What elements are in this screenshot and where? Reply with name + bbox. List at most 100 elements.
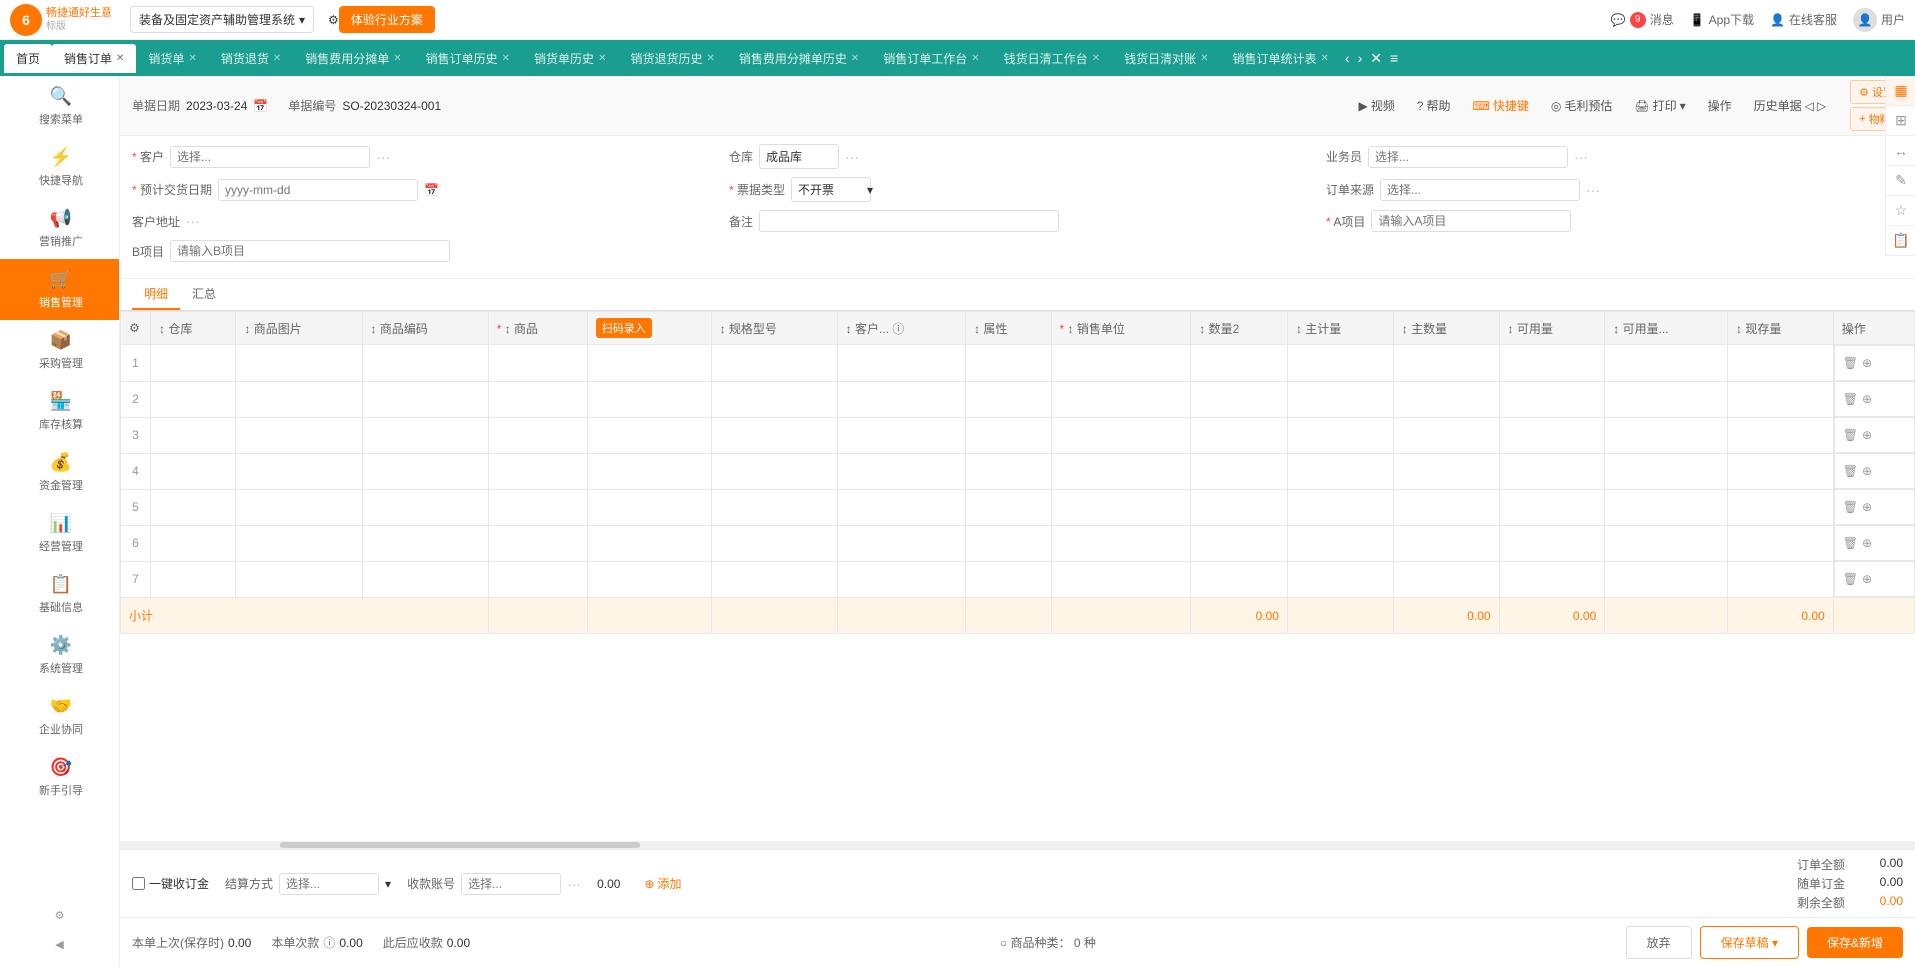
tab-close-icon[interactable]: ✕: [188, 53, 196, 64]
shortcut-btn[interactable]: ⌨ 快捷键: [1467, 94, 1535, 117]
row-attribute[interactable]: [966, 345, 1051, 382]
tab-close-icon[interactable]: ✕: [1321, 53, 1329, 64]
sidebar-item-finance[interactable]: 💰 资金管理: [0, 442, 119, 503]
tab-sales-goods[interactable]: 销货单 ✕: [136, 44, 208, 73]
salesperson-more-icon[interactable]: ···: [1574, 149, 1588, 165]
tab-close-icon[interactable]: ✕: [971, 53, 979, 64]
tab-close-icon[interactable]: ✕: [116, 53, 124, 64]
print-btn[interactable]: 🖨 打印 ▾: [1628, 94, 1691, 117]
order-source-input[interactable]: [1380, 179, 1580, 201]
view-btn[interactable]: ▶ 视频: [1353, 94, 1401, 117]
sidebar-collapse[interactable]: ◀: [0, 930, 119, 959]
solution-button[interactable]: 体验行业方案: [339, 6, 435, 33]
invoice-type-value[interactable]: 不开票: [791, 177, 871, 202]
one-click-deposit[interactable]: 一键收订金: [132, 875, 209, 892]
delivery-calendar-icon[interactable]: 📅: [424, 183, 439, 197]
warehouse-more-icon[interactable]: ···: [845, 149, 859, 165]
tab-return-history[interactable]: 销货退货历史 ✕: [618, 44, 726, 73]
sidebar-item-inventory[interactable]: 🏪 库存核算: [0, 381, 119, 442]
sidebar-item-purchase[interactable]: 📦 采购管理: [0, 320, 119, 381]
row-warehouse[interactable]: [151, 345, 236, 382]
row-unit[interactable]: [1051, 345, 1191, 382]
nav-close-all-icon[interactable]: ✕: [1366, 50, 1386, 67]
row-product-code[interactable]: [362, 345, 488, 382]
history-btn[interactable]: 历史单据 ◁ ▷: [1748, 94, 1832, 117]
horizontal-scrollbar[interactable]: [120, 841, 1915, 849]
app-download-item[interactable]: 📱 App下载: [1690, 11, 1754, 28]
single-num-value[interactable]: SO-20230324-001: [342, 99, 441, 113]
row-product-image[interactable]: [236, 345, 362, 382]
right-panel-icon-2[interactable]: ⊞: [1886, 106, 1915, 136]
tab-close-icon[interactable]: ✕: [851, 53, 859, 64]
delete-icon[interactable]: 🗑: [1843, 572, 1858, 586]
copy-icon[interactable]: ⊕: [1862, 500, 1872, 514]
col-scan[interactable]: 扫码录入: [587, 312, 711, 345]
tab-sales-order[interactable]: 销售订单 ✕: [52, 44, 136, 73]
tab-home[interactable]: 首页: [4, 44, 52, 73]
delete-icon[interactable]: 🗑: [1843, 500, 1858, 514]
col-settings[interactable]: ⚙: [121, 312, 151, 345]
row-main-unit[interactable]: [1287, 345, 1393, 382]
sidebar-item-enterprise[interactable]: 🤝 企业协同: [0, 686, 119, 747]
tab-close-icon[interactable]: ✕: [598, 53, 606, 64]
single-date-value[interactable]: 2023-03-24: [186, 99, 247, 113]
row-available[interactable]: [1499, 345, 1605, 382]
history-arrow-right-icon[interactable]: ▷: [1817, 99, 1826, 113]
calendar-icon[interactable]: 📅: [253, 99, 268, 113]
right-panel-icon-5[interactable]: ☆: [1886, 196, 1915, 226]
payment-method-input[interactable]: [279, 873, 379, 895]
row-current-stock[interactable]: [1728, 345, 1834, 382]
copy-icon[interactable]: ⊕: [1862, 428, 1872, 442]
b-project-input[interactable]: [170, 240, 450, 262]
row-qty2[interactable]: [1191, 345, 1288, 382]
delivery-date-input[interactable]: [218, 179, 418, 201]
tab-fee-history[interactable]: 销售费用分摊单历史 ✕: [727, 44, 871, 73]
scan-input-btn[interactable]: 扫码录入: [596, 318, 652, 338]
sidebar-item-sales[interactable]: 🛒 销售管理: [0, 259, 119, 320]
tab-close-icon[interactable]: ✕: [393, 53, 401, 64]
tab-close-icon[interactable]: ✕: [1200, 53, 1208, 64]
row-available2[interactable]: [1605, 345, 1728, 382]
profit-btn[interactable]: ◎ 毛利预估: [1545, 94, 1619, 117]
copy-icon[interactable]: ⊕: [1862, 392, 1872, 406]
sidebar-item-quick-nav[interactable]: ⚡ 快捷导航: [0, 137, 119, 198]
nav-menu-icon[interactable]: ≡: [1386, 50, 1402, 66]
delete-icon[interactable]: 🗑: [1843, 428, 1858, 442]
sidebar-settings[interactable]: ⚙: [0, 901, 119, 930]
delete-icon[interactable]: 🗑: [1843, 356, 1858, 370]
user-item[interactable]: 👤 用户: [1853, 8, 1905, 32]
account-input[interactable]: [461, 873, 561, 895]
tab-detail[interactable]: 明细: [132, 279, 180, 310]
right-panel-icon-4[interactable]: ✎: [1886, 166, 1915, 196]
copy-icon[interactable]: ⊕: [1862, 356, 1872, 370]
customer-input[interactable]: [170, 146, 370, 168]
sidebar-item-marketing[interactable]: 📢 营销推广: [0, 198, 119, 259]
sidebar-item-system[interactable]: ⚙️ 系统管理: [0, 625, 119, 686]
tab-close-icon[interactable]: ✕: [502, 53, 510, 64]
tab-close-icon[interactable]: ✕: [1092, 53, 1100, 64]
tab-close-icon[interactable]: ✕: [273, 53, 281, 64]
history-arrow-left-icon[interactable]: ◁: [1805, 99, 1814, 113]
add-payment-btn[interactable]: ⊕ 添加: [636, 872, 689, 895]
message-item[interactable]: 💬 9 消息: [1611, 11, 1674, 28]
tab-summary[interactable]: 汇总: [180, 279, 228, 310]
right-panel-icon-6[interactable]: 📋: [1886, 226, 1915, 256]
remark-input[interactable]: [759, 210, 1059, 232]
tab-daily-reconcile[interactable]: 钱货日清对账 ✕: [1112, 44, 1220, 73]
nav-prev-icon[interactable]: ‹: [1341, 50, 1354, 66]
save-new-button[interactable]: 保存&新增: [1807, 927, 1903, 958]
one-click-checkbox[interactable]: [132, 877, 145, 890]
customer-more-icon[interactable]: ···: [376, 149, 390, 165]
tab-sales-return[interactable]: 销货退货 ✕: [209, 44, 293, 73]
sidebar-item-operations[interactable]: 📊 经营管理: [0, 503, 119, 564]
address-more-icon[interactable]: ···: [186, 213, 200, 229]
tab-daily-workbench[interactable]: 钱货日清工作台 ✕: [992, 44, 1112, 73]
tab-sales-fee[interactable]: 销售费用分摊单 ✕: [293, 44, 413, 73]
warehouse-value[interactable]: 成品库: [759, 144, 839, 169]
system-selector[interactable]: 装备及固定资产辅助管理系统 ▾: [130, 6, 314, 33]
tab-goods-history[interactable]: 销货单历史 ✕: [522, 44, 618, 73]
account-more-icon[interactable]: ···: [567, 876, 581, 892]
row-customer-no[interactable]: [837, 345, 965, 382]
sidebar-item-basic-info[interactable]: 📋 基础信息: [0, 564, 119, 625]
help-btn[interactable]: ? 帮助: [1411, 94, 1457, 117]
